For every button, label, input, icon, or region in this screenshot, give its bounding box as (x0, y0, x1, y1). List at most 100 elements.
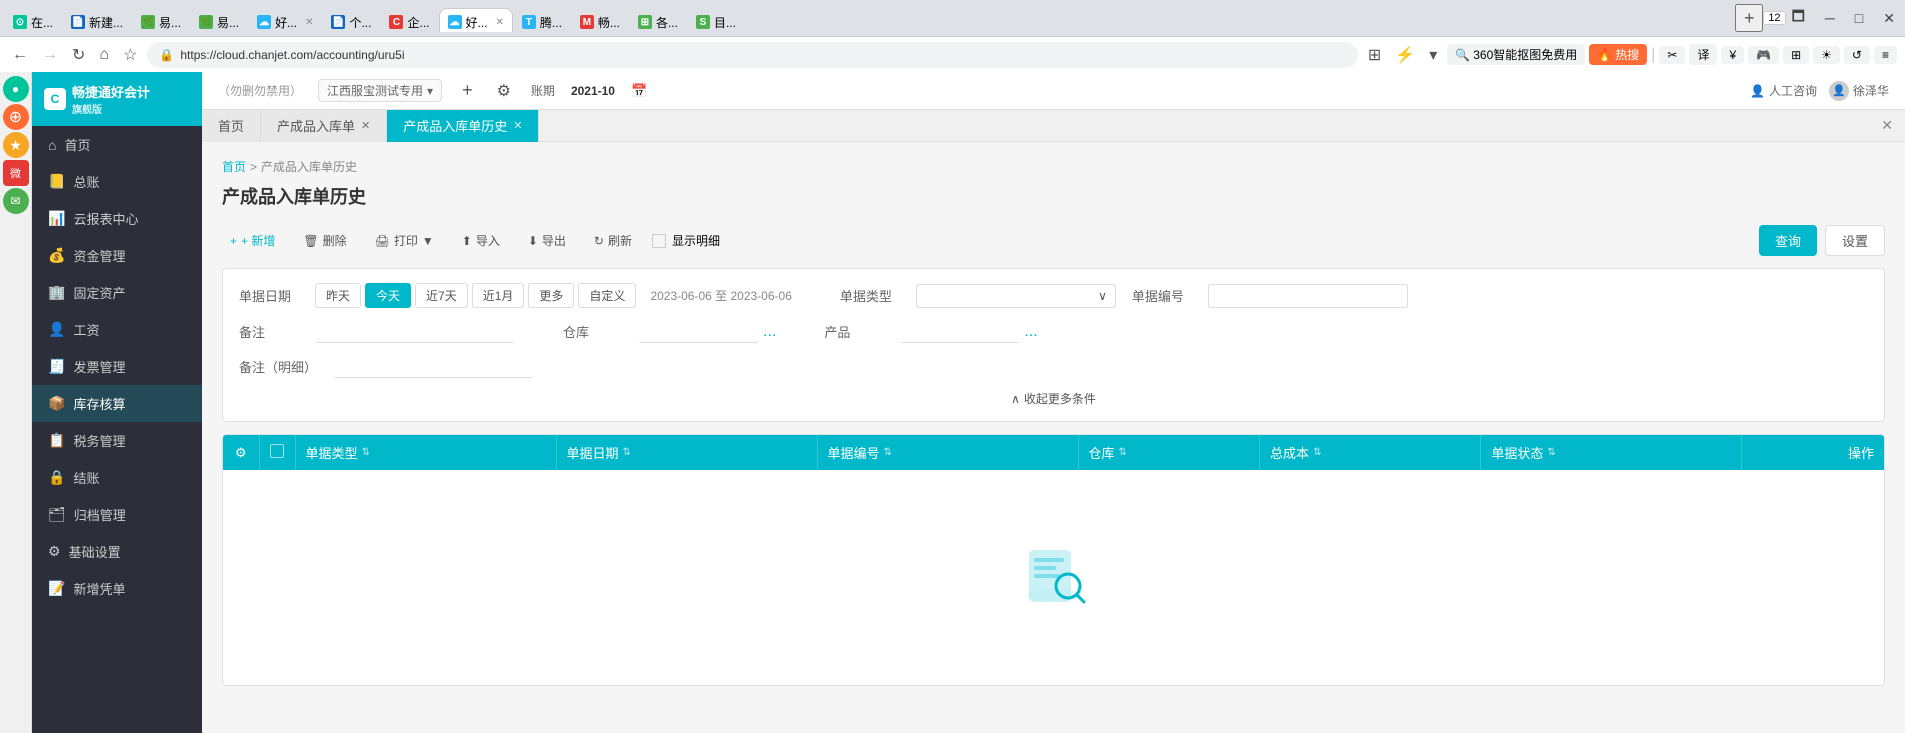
page-tab-3[interactable]: 产成品入库单历史 ✕ (387, 110, 539, 142)
date-btn-昨天[interactable]: 昨天 (315, 283, 361, 308)
export-btn[interactable]: ⬇ 导出 (520, 228, 574, 253)
new-tab-button[interactable]: + (1735, 4, 1763, 32)
collapse-btn[interactable]: ∧ 收起更多条件 (1011, 390, 1096, 407)
sidebar-item-basic[interactable]: ⚙ 基础设置 (32, 533, 202, 570)
th-type[interactable]: 单据类型⇅ (295, 435, 556, 470)
warehouse-input[interactable] (639, 320, 759, 343)
add-app-icon[interactable]: ⊕ (3, 104, 29, 130)
calendar-icon[interactable]: 📅 (631, 83, 647, 99)
browser-tab-3[interactable]: 🌿 易... (132, 8, 190, 32)
warehouse-ellipsis-btn[interactable]: ... (763, 323, 776, 341)
sidebar-item-ledger[interactable]: 📒 总账 (32, 163, 202, 200)
settings-btn[interactable]: 设置 (1825, 225, 1885, 256)
th-warehouse[interactable]: 仓库⇅ (1078, 435, 1260, 470)
product-input[interactable] (900, 320, 1020, 343)
date-btn-更多[interactable]: 更多 (528, 283, 574, 308)
remark-input[interactable] (315, 320, 515, 343)
browser-tab-1[interactable]: ⊙ 在... (4, 8, 62, 32)
sidebar-item-invoice[interactable]: 🧾 发票管理 (32, 348, 202, 385)
show-detail-toggle[interactable]: 显示明细 (652, 232, 720, 249)
page-tab-2[interactable]: 产成品入库单 ✕ (261, 110, 387, 142)
nav-brand[interactable]: C 畅捷通好会计 旗舰版 (32, 72, 202, 126)
maximize-btn[interactable]: □ (1849, 8, 1869, 28)
mail-icon[interactable]: ✉ (3, 188, 29, 214)
home-btn[interactable]: ⌂ (95, 44, 113, 66)
translate-btn[interactable]: 译 (1689, 44, 1717, 65)
query-btn[interactable]: 查询 (1759, 225, 1817, 256)
star-icon[interactable]: ★ (3, 132, 29, 158)
browser-tab-2[interactable]: 📄 新建... (62, 8, 132, 32)
date-btn-近7天[interactable]: 近7天 (415, 283, 468, 308)
forward-btn[interactable]: → (38, 44, 62, 66)
tab-close-icon[interactable]: ✕ (305, 17, 313, 28)
page-tab-close-icon[interactable]: ✕ (513, 119, 522, 132)
back-btn[interactable]: ← (8, 44, 32, 66)
refresh-btn[interactable]: ↻ 刷新 (586, 228, 640, 253)
sync-btn[interactable]: ↺ (1844, 46, 1870, 64)
page-tab-close-icon[interactable]: ✕ (361, 119, 370, 132)
browser-tab-11[interactable]: ⊞ 各... (629, 8, 687, 32)
breadcrumb-home[interactable]: 首页 (222, 158, 246, 175)
date-btn-近1月[interactable]: 近1月 (472, 283, 525, 308)
sidebar-item-assets[interactable]: 🏢 固定资产 (32, 274, 202, 311)
lightning-btn[interactable]: ⚡ (1391, 43, 1419, 67)
tab-close-icon[interactable]: ✕ (496, 17, 504, 28)
org-settings-btn[interactable]: ⚙ (493, 79, 515, 103)
extensions-btn[interactable]: ⊞ (1364, 43, 1385, 67)
browser-tab-12[interactable]: S 目... (687, 8, 745, 32)
browser-tab-5[interactable]: ☁ 好... ✕ (248, 8, 322, 32)
reload-btn[interactable]: ↻ (68, 43, 89, 67)
browser-tab-7[interactable]: C 企... (380, 8, 438, 32)
delete-btn[interactable]: 🗑 删除 (295, 228, 354, 253)
grid-btn[interactable]: ⊞ (1783, 46, 1809, 64)
select-all-checkbox[interactable] (270, 444, 284, 458)
bookmark-btn[interactable]: ☆ (119, 43, 141, 67)
show-detail-checkbox[interactable] (652, 234, 666, 248)
scissors-btn[interactable]: ✂ (1659, 46, 1685, 64)
browser-tab-10[interactable]: M 畅... (571, 8, 629, 32)
search-tool[interactable]: 🔍 360智能抠图免费用 (1447, 44, 1585, 65)
browser-tab-9[interactable]: T 腾... (513, 8, 571, 32)
period-value[interactable]: 2021-10 (571, 84, 615, 98)
close-panel-btn[interactable]: ✕ (1869, 117, 1905, 134)
user-avatar[interactable]: 👤 徐泽华 (1829, 81, 1889, 101)
date-btn-自定义[interactable]: 自定义 (578, 283, 636, 308)
th-date[interactable]: 单据日期⇅ (556, 435, 817, 470)
sidebar-item-archive[interactable]: 🗂 归档管理 (32, 496, 202, 533)
import-btn[interactable]: ⬆ 导入 (454, 228, 508, 253)
th-number[interactable]: 单据编号⇅ (817, 435, 1078, 470)
user-service-btn[interactable]: 👤 人工咨询 (1750, 82, 1817, 99)
browser-tab-8[interactable]: ☁ 好... ✕ (439, 8, 513, 32)
detail-remark-input[interactable] (333, 355, 533, 378)
date-btn-今天[interactable]: 今天 (365, 283, 411, 308)
logo-icon[interactable]: ● (3, 76, 29, 102)
yen-btn[interactable]: ¥ (1721, 46, 1744, 64)
sidebar-item-payroll[interactable]: 👤 工资 (32, 311, 202, 348)
hot-search-btn[interactable]: 🔥 热搜 (1589, 44, 1647, 65)
th-total_cost[interactable]: 总成本⇅ (1260, 435, 1481, 470)
restore-btn[interactable]: 🗖 (1786, 4, 1811, 32)
add-btn[interactable]: + + 新增 (222, 228, 283, 253)
print-btn[interactable]: 🖨 打印 ▼ (367, 228, 442, 253)
number-input[interactable] (1208, 284, 1408, 308)
sidebar-item-report[interactable]: 📊 云报表中心 (32, 200, 202, 237)
url-input[interactable]: 🔒 https://cloud.chanjet.com/accounting/u… (147, 42, 1357, 68)
more-btn[interactable]: ≡ (1874, 46, 1897, 64)
sidebar-item-close[interactable]: 🔒 结账 (32, 459, 202, 496)
sidebar-item-newbill[interactable]: 📝 新增凭单 (32, 570, 202, 607)
sidebar-item-inventory[interactable]: 📦 库存核算 (32, 385, 202, 422)
page-tab-1[interactable]: 首页 (202, 110, 261, 142)
close-browser-btn[interactable]: ✕ (1877, 8, 1901, 29)
tab-count[interactable]: 12 (1763, 11, 1785, 25)
weibo-icon[interactable]: 微 (3, 160, 29, 186)
brightness-btn[interactable]: ☀ (1813, 46, 1840, 64)
browser-tab-6[interactable]: 📄 个... (322, 8, 380, 32)
th-status[interactable]: 单据状态⇅ (1481, 435, 1742, 470)
add-org-btn[interactable]: + (458, 78, 477, 103)
minimize-btn[interactable]: ─ (1819, 8, 1841, 28)
type-select[interactable]: ∨ (916, 284, 1116, 308)
sidebar-item-home[interactable]: ⌂ 首页 (32, 126, 202, 163)
dropdown-btn[interactable]: ▾ (1425, 43, 1441, 67)
product-ellipsis-btn[interactable]: ... (1024, 323, 1037, 341)
game-btn[interactable]: 🎮 (1748, 46, 1779, 64)
